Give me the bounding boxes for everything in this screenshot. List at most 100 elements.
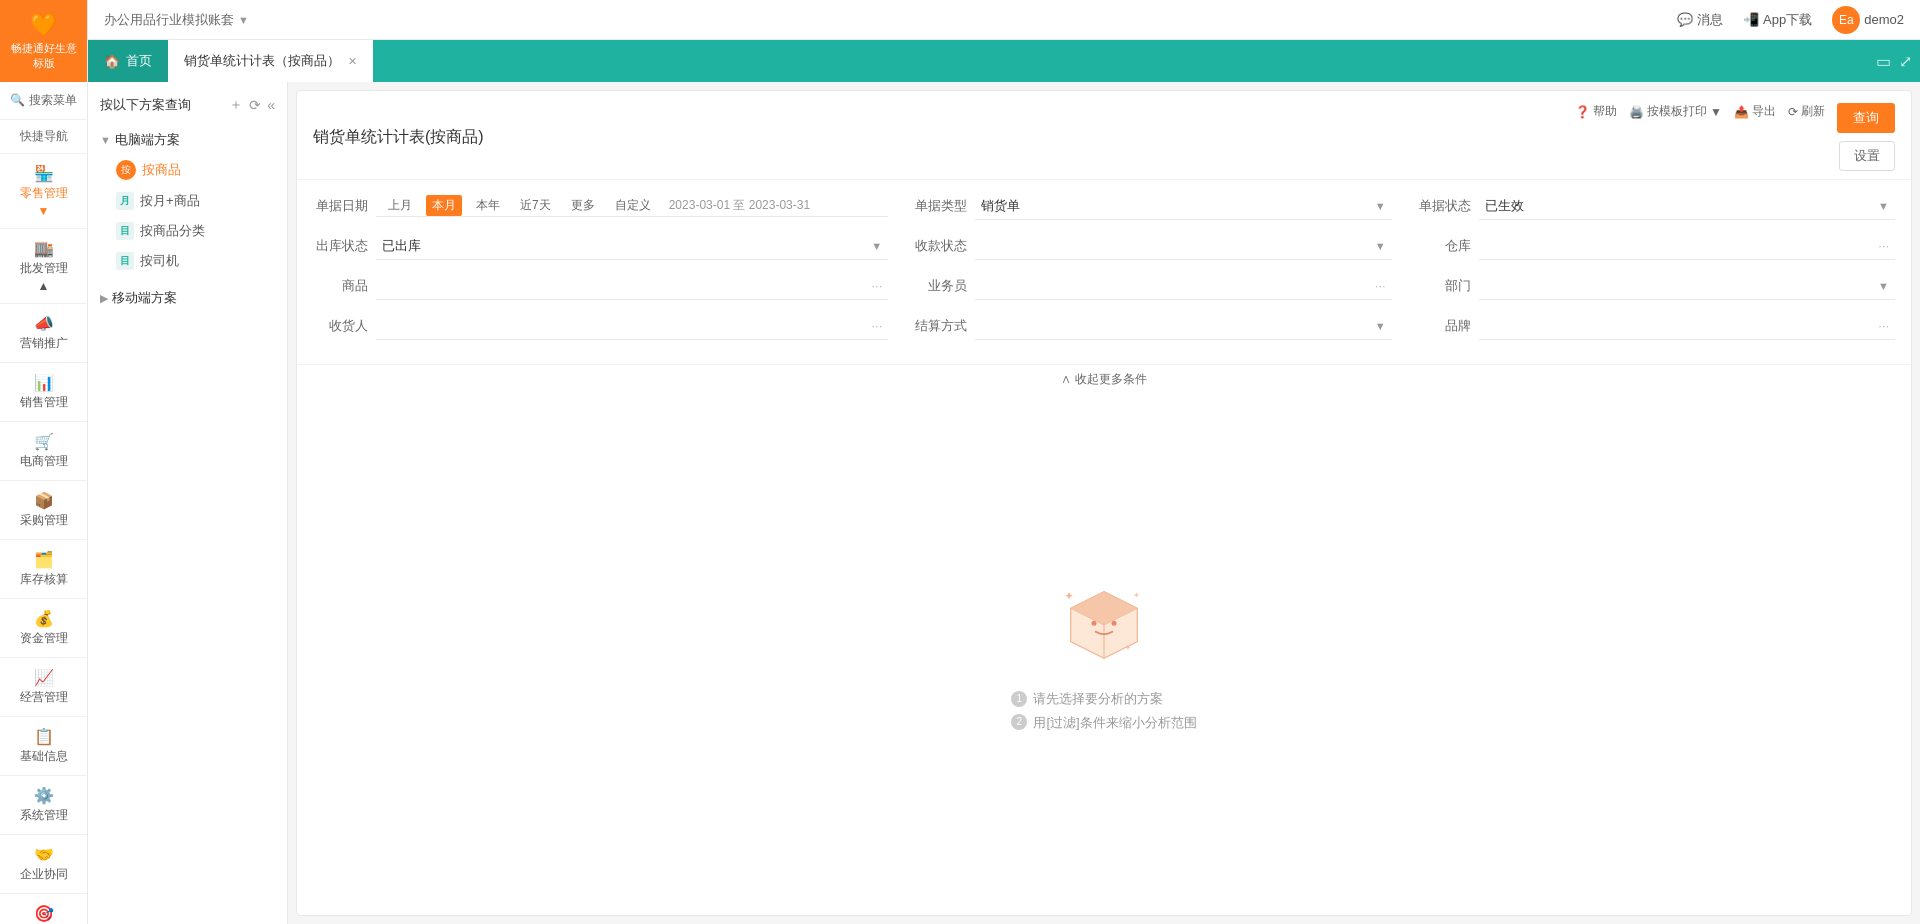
print-chevron: ▼ [1710,105,1722,119]
dept-label: 部门 [1416,277,1471,295]
doc-status-select[interactable]: 已生效 ▼ [1479,192,1895,220]
date-btn-custom[interactable]: 自定义 [609,195,657,216]
desktop-group-header[interactable]: ▼ 电脑端方案 [88,126,287,154]
add-plan-icon[interactable]: ＋ [229,96,243,114]
recv-status-select[interactable]: ▼ [975,232,1391,260]
marketing-label: 营销推广 [20,335,68,352]
sidebar-item-enterprise[interactable]: 🤝 企业协同 [0,835,87,894]
tree-item-by-month-product[interactable]: 月 按月+商品 [88,186,287,216]
app-download-icon: 📲 [1743,12,1759,27]
tree-group-desktop: ▼ 电脑端方案 按 按商品 月 按月+商品 目 按商品分类 目 按司机 [88,122,287,280]
page-title-bar: 销货单统计计表(按商品) ❓ 帮助 🖨️ 按模板打印 ▼ � [297,91,1911,180]
settings-button[interactable]: 设置 [1839,141,1895,171]
collapse-row[interactable]: ∧ 收起更多条件 [297,364,1911,394]
help-action[interactable]: ❓ 帮助 [1575,103,1617,120]
retail-chevron: ▼ [38,204,50,218]
enterprise-label: 企业协同 [20,866,68,883]
salesperson-label: 业务员 [912,277,967,295]
app-download-label: App下载 [1763,11,1812,29]
dept-chevron: ▼ [1878,280,1889,292]
sidebar-item-finance[interactable]: 💰 资金管理 [0,599,87,658]
user-action[interactable]: Ea demo2 [1832,6,1904,34]
date-btn-this-month[interactable]: 本月 [426,195,462,216]
sidebar-item-ecommerce[interactable]: 🛒 电商管理 [0,422,87,481]
refresh-action[interactable]: ⟳ 刷新 [1788,103,1825,120]
dept-select[interactable]: ▼ [1479,272,1895,300]
out-status-chevron: ▼ [871,240,882,252]
collapse-panel-icon[interactable]: « [267,97,275,113]
message-icon: 💬 [1677,12,1693,27]
product-select[interactable]: ··· [376,272,888,300]
filter-area: 单据日期 上月 本月 本年 近7天 更多 自定义 2023-03-01 至 20… [297,180,1911,364]
warehouse-select[interactable]: ··· [1479,232,1895,260]
sidebar: 🧡 畅捷通好生意 标版 🔍 搜索菜单 快捷导航 🏪 零售管理 ▼ 🏬 批发管理 … [0,0,88,924]
sidebar-item-purchase[interactable]: 📦 采购管理 [0,481,87,540]
date-btn-7days[interactable]: 近7天 [514,195,557,216]
filter-dept: 部门 ▼ [1416,272,1895,300]
tree-item-by-product[interactable]: 按 按商品 [88,154,287,186]
query-button[interactable]: 查询 [1837,103,1895,133]
left-panel-title: 按以下方案查询 [100,96,191,114]
print-action[interactable]: 🖨️ 按模板打印 ▼ [1629,103,1722,120]
refresh-plan-icon[interactable]: ⟳ [249,97,261,113]
receiver-label: 收货人 [313,317,368,335]
basic-label: 基础信息 [20,748,68,765]
date-btn-this-year[interactable]: 本年 [470,195,506,216]
tab-close-icon[interactable]: ✕ [348,55,357,68]
tab-sales-stats[interactable]: 销货单统计计表（按商品） ✕ [168,40,373,82]
quick-nav[interactable]: 快捷导航 [0,120,87,154]
filter-row-4: 收货人 ··· 结算方式 ▼ 品牌 [313,312,1895,340]
salesperson-dots: ··· [1375,278,1386,293]
warehouse-dots: ··· [1878,238,1889,253]
date-range: 2023-03-01 至 2023-03-31 [669,197,810,214]
print-icon: 🖨️ [1629,105,1644,119]
tab-home[interactable]: 🏠 首页 [88,40,168,82]
mobile-group-chevron: ▶ [100,292,108,305]
operations-label: 经营管理 [20,689,68,706]
wholesale-chevron: ▲ [38,279,50,293]
sidebar-item-inventory[interactable]: 🗂️ 库存核算 [0,540,87,599]
sidebar-item-newbie[interactable]: 🎯 新手引导 [0,894,87,924]
right-actions-col: 查询 设置 [1837,103,1895,171]
export-action[interactable]: 📤 导出 [1734,103,1776,120]
sidebar-item-retail[interactable]: 🏪 零售管理 ▼ [0,154,87,229]
sidebar-item-marketing[interactable]: 📣 营销推广 [0,304,87,363]
date-btn-last-month[interactable]: 上月 [382,195,418,216]
sidebar-item-basic[interactable]: 📋 基础信息 [0,717,87,776]
sidebar-item-sales[interactable]: 📊 销售管理 [0,363,87,422]
purchase-label: 采购管理 [20,512,68,529]
home-label: 首页 [126,52,152,70]
breadcrumb: 办公用品行业模拟账套 ▼ [104,11,1677,29]
right-content: 销货单统计计表(按商品) ❓ 帮助 🖨️ 按模板打印 ▼ � [296,90,1912,916]
message-action[interactable]: 💬 消息 [1677,11,1723,29]
date-btn-more[interactable]: 更多 [565,195,601,216]
search-menu[interactable]: 🔍 搜索菜单 [0,82,87,120]
collapse-label: 收起更多条件 [1075,372,1147,386]
tip-1-num: 1 [1011,691,1027,707]
export-icon: 📤 [1734,105,1749,119]
avatar: Ea [1832,6,1860,34]
filter-out-status: 出库状态 已出库 ▼ [313,232,888,260]
tree-item-by-printer[interactable]: 目 按司机 [88,246,287,276]
warehouse-label: 仓库 [1416,237,1471,255]
app-logo[interactable]: 🧡 畅捷通好生意 标版 [0,0,87,82]
desktop-group-label: 电脑端方案 [115,131,180,149]
tree-item-by-category[interactable]: 目 按商品分类 [88,216,287,246]
tab-expand-icon[interactable]: ⤢ [1899,52,1912,71]
mobile-group-header[interactable]: ▶ 移动端方案 [88,284,287,312]
doc-type-value: 销货单 [981,197,1020,215]
sidebar-item-operations[interactable]: 📈 经营管理 [0,658,87,717]
out-status-select[interactable]: 已出库 ▼ [376,232,888,260]
payment-select[interactable]: ▼ [975,312,1391,340]
receiver-select[interactable]: ··· [376,312,888,340]
sidebar-item-wholesale[interactable]: 🏬 批发管理 ▲ [0,229,87,304]
app-download-action[interactable]: 📲 App下载 [1743,11,1812,29]
salesperson-select[interactable]: ··· [975,272,1391,300]
doc-type-select[interactable]: 销货单 ▼ [975,192,1391,220]
by-category-label: 按商品分类 [140,222,205,240]
tab-minimize-icon[interactable]: ▭ [1876,52,1891,71]
brand-select[interactable]: ··· [1479,312,1895,340]
product-dots: ··· [871,278,882,293]
sidebar-item-system[interactable]: ⚙️ 系统管理 [0,776,87,835]
empty-state: ✦ ✦ ✦ 1 请先选择要分析的方案 2 用[过滤]条件来缩小分析范围 [297,394,1911,915]
